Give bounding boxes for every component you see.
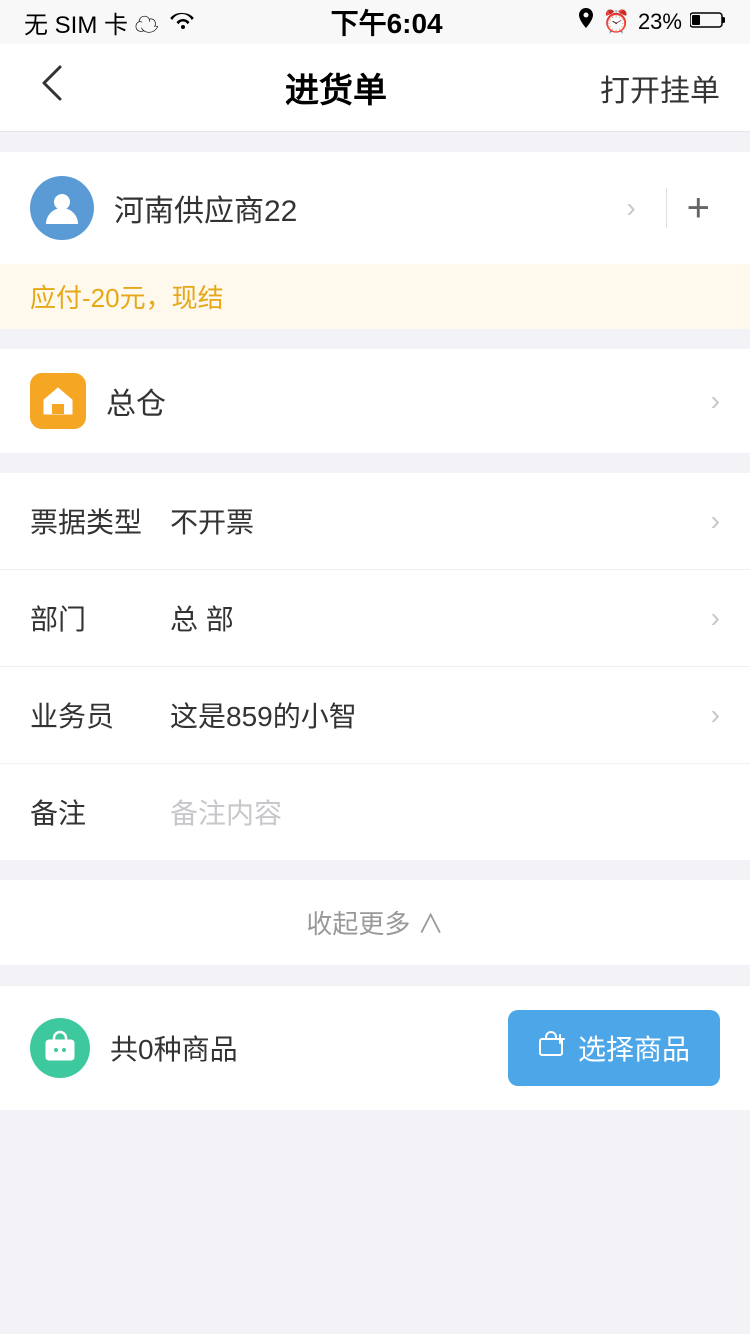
divider bbox=[666, 188, 667, 228]
product-count: 共0种商品 bbox=[110, 1028, 508, 1068]
warehouse-row[interactable]: 总仓 › bbox=[0, 349, 750, 453]
product-icon bbox=[30, 1018, 90, 1078]
dept-chevron-icon: › bbox=[711, 602, 720, 634]
warehouse-name: 总仓 bbox=[106, 379, 711, 423]
supplier-row[interactable]: 河南供应商22 › + bbox=[0, 152, 750, 264]
supplier-name: 河南供应商22 bbox=[114, 186, 626, 230]
no-sim-text: 无 SIM 卡 ☁ bbox=[24, 5, 159, 40]
sales-value: 这是859的小智 bbox=[160, 695, 711, 735]
cart-icon bbox=[538, 1031, 568, 1066]
open-pending-button[interactable]: 打开挂单 bbox=[600, 66, 720, 110]
status-time: 下午6:04 bbox=[331, 2, 443, 42]
warehouse-icon bbox=[30, 373, 86, 429]
warehouse-chevron-icon: › bbox=[711, 385, 720, 417]
nav-bar: 进货单 打开挂单 bbox=[0, 44, 750, 132]
dept-value: 总 部 bbox=[160, 598, 711, 638]
status-left: 无 SIM 卡 ☁ bbox=[24, 5, 197, 40]
collapse-label: 收起更多 ∧ bbox=[306, 904, 443, 941]
collapse-button[interactable]: 收起更多 ∧ bbox=[0, 880, 750, 965]
select-product-label: 选择商品 bbox=[578, 1028, 690, 1068]
sales-row[interactable]: 业务员 这是859的小智 › bbox=[0, 667, 750, 764]
warehouse-section: 总仓 › bbox=[0, 349, 750, 453]
select-product-button[interactable]: 选择商品 bbox=[508, 1010, 720, 1086]
page-title: 进货单 bbox=[285, 63, 387, 112]
supplier-section: 河南供应商22 › + 应付-20元，现结 bbox=[0, 152, 750, 329]
remark-row[interactable]: 备注 备注内容 bbox=[0, 764, 750, 860]
notice-bar: 应付-20元，现结 bbox=[0, 264, 750, 329]
supplier-chevron-icon: › bbox=[626, 192, 635, 224]
battery-icon bbox=[690, 9, 726, 35]
invoice-row[interactable]: 票据类型 不开票 › bbox=[0, 473, 750, 570]
sales-chevron-icon: › bbox=[711, 699, 720, 731]
remark-label: 备注 bbox=[30, 792, 160, 832]
invoice-value: 不开票 bbox=[160, 501, 711, 541]
back-button[interactable] bbox=[30, 55, 72, 120]
battery-text: 23% bbox=[638, 9, 682, 35]
invoice-label: 票据类型 bbox=[30, 501, 160, 541]
location-icon bbox=[577, 8, 595, 36]
wifi-icon bbox=[169, 8, 197, 36]
sales-label: 业务员 bbox=[30, 695, 160, 735]
dept-row[interactable]: 部门 总 部 › bbox=[0, 570, 750, 667]
supplier-avatar bbox=[30, 176, 94, 240]
invoice-chevron-icon: › bbox=[711, 505, 720, 537]
bottom-bar: 共0种商品 选择商品 bbox=[0, 985, 750, 1110]
alarm-icon: ⏰ bbox=[603, 9, 630, 35]
dept-label: 部门 bbox=[30, 598, 160, 638]
form-section: 票据类型 不开票 › 部门 总 部 › 业务员 这是859的小智 › 备注 备注… bbox=[0, 473, 750, 860]
status-right: ⏰ 23% bbox=[577, 8, 726, 36]
remark-input[interactable]: 备注内容 bbox=[160, 792, 720, 832]
status-bar: 无 SIM 卡 ☁ 下午6:04 ⏰ 23% bbox=[0, 0, 750, 44]
add-button[interactable]: + bbox=[677, 186, 720, 231]
gap1 bbox=[0, 132, 750, 152]
